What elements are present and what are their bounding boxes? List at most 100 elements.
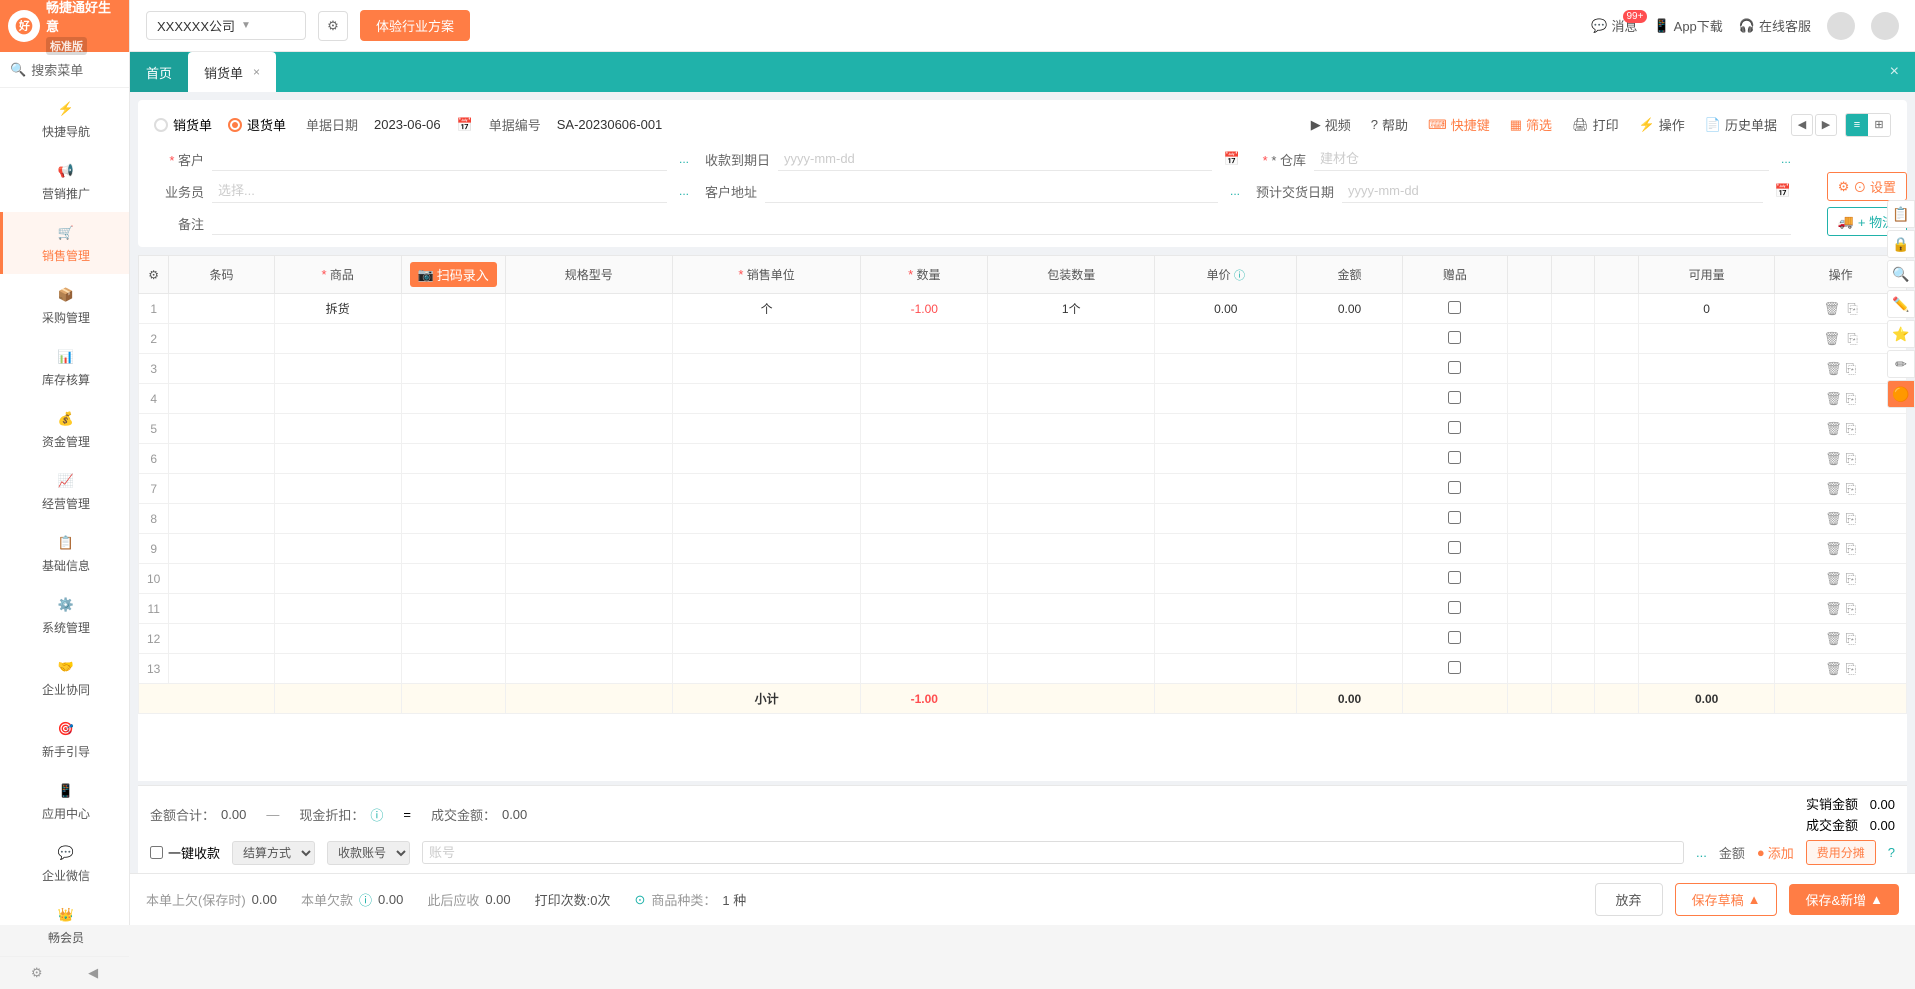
row-spec-2[interactable] — [505, 324, 672, 354]
tab-sales-order[interactable]: 销货单 × — [188, 52, 276, 92]
expense-btn[interactable]: 费用分摊 — [1806, 840, 1876, 865]
prev-arrow[interactable]: ◀ — [1791, 114, 1813, 136]
delete-icon-1[interactable]: 🗑 — [1823, 301, 1840, 316]
right-tool-edit[interactable]: ✏️ — [1887, 290, 1915, 318]
add-btn[interactable]: ● 添加 — [1757, 843, 1794, 862]
right-tool-search[interactable]: 🔍 — [1887, 260, 1915, 288]
sidebar-item-system[interactable]: ⚙️ 系统管理 — [0, 584, 129, 646]
row-amount-2[interactable] — [1297, 324, 1402, 354]
tab-home[interactable]: 首页 — [130, 52, 188, 92]
row-pack-2[interactable] — [988, 324, 1155, 354]
action-btn[interactable]: ⚡ 操作 — [1633, 112, 1691, 137]
customer-addr-suffix[interactable]: ... — [1230, 184, 1240, 198]
sidebar-item-finance[interactable]: 💰 资金管理 — [0, 398, 129, 460]
row-qty-1[interactable]: -1.00 — [861, 294, 988, 324]
sidebar-item-basics[interactable]: 📋 基础信息 — [0, 522, 129, 584]
due-date-input[interactable] — [778, 147, 1212, 171]
history-btn[interactable]: 📄 历史单据 — [1699, 112, 1783, 137]
row-gift-2[interactable] — [1402, 324, 1507, 354]
expected-date-input[interactable] — [1342, 179, 1763, 203]
online-service-btn[interactable]: 🎧 在线客服 — [1739, 16, 1811, 35]
row-product-1[interactable]: 拆货 — [274, 294, 401, 324]
scan-btn[interactable]: 📷 扫码录入 — [410, 262, 497, 287]
sidebar-item-wechat[interactable]: 💬 企业微信 — [0, 832, 129, 894]
settings-btn[interactable]: ⚙ — [318, 11, 348, 41]
note-input[interactable] — [212, 211, 1791, 235]
row-spec-1[interactable] — [505, 294, 672, 324]
video-btn[interactable]: ▶ 视频 — [1305, 112, 1357, 137]
customer-input[interactable] — [212, 147, 667, 171]
grid-view-btn[interactable]: ⊞ — [1868, 114, 1890, 136]
copy-icon-2[interactable]: ⎘ — [1847, 331, 1857, 346]
sidebar-item-inventory[interactable]: 📊 库存核算 — [0, 336, 129, 398]
salesperson-input[interactable] — [212, 179, 667, 203]
print-btn[interactable]: 🖨 打印 — [1566, 112, 1625, 137]
table-container[interactable]: ⚙ 条码 * 商品 📷 扫码录入 规格型号 * — [138, 255, 1907, 781]
sidebar-item-purchase[interactable]: 📦 采购管理 — [0, 274, 129, 336]
customer-addr-input[interactable] — [765, 179, 1218, 203]
row-price-1[interactable]: 0.00 — [1155, 294, 1297, 324]
sidebar-item-sales[interactable]: 🛒 销售管理 — [0, 212, 129, 274]
sidebar-item-apps[interactable]: 📱 应用中心 — [0, 770, 129, 832]
th-settings[interactable]: ⚙ — [139, 256, 169, 294]
row-price-2[interactable] — [1155, 324, 1297, 354]
tabbar-close-btn[interactable]: × — [1890, 63, 1915, 81]
save-draft-btn[interactable]: 保存草稿 ▲ — [1675, 883, 1778, 916]
company-selector[interactable]: XXXXXX公司 ▼ — [146, 11, 306, 40]
delete-icon-2[interactable]: 🗑 — [1823, 331, 1840, 346]
customer-suffix[interactable]: ... — [679, 152, 689, 166]
search-menu[interactable]: 🔍 搜索菜单 — [0, 52, 129, 88]
user-avatar[interactable] — [1827, 12, 1855, 40]
radio-sales-order[interactable]: 销货单 — [154, 115, 212, 134]
row-gift-1[interactable] — [1402, 294, 1507, 324]
sidebar-item-marketing[interactable]: 📢 营销推广 — [0, 150, 129, 212]
row-qty-2[interactable] — [861, 324, 988, 354]
copy-icon-1[interactable]: ⎘ — [1847, 301, 1857, 316]
help-btn[interactable]: ? 帮助 — [1365, 112, 1414, 137]
account-select[interactable]: 收款账号 — [327, 841, 410, 865]
account-input[interactable] — [422, 841, 1684, 864]
th-scan[interactable]: 📷 扫码录入 — [401, 256, 505, 294]
discard-btn[interactable]: 放弃 — [1595, 883, 1663, 916]
radio-return-order[interactable]: 退货单 — [228, 115, 286, 134]
message-btn[interactable]: 💬 消息 99+ — [1591, 16, 1637, 35]
salesperson-suffix[interactable]: ... — [679, 184, 689, 198]
sidebar-settings-icon[interactable]: ⚙ — [31, 965, 43, 981]
row-amount-1[interactable]: 0.00 — [1297, 294, 1402, 324]
account-suffix[interactable]: ... — [1696, 845, 1707, 860]
right-tool-clipboard[interactable]: 📋 — [1887, 200, 1915, 228]
shortcut-btn[interactable]: ⌨ 快捷键 — [1422, 112, 1496, 137]
trial-button[interactable]: 体验行业方案 — [360, 10, 470, 41]
tab-close-icon[interactable]: × — [253, 65, 260, 79]
row-unit-2[interactable] — [672, 324, 861, 354]
user-avatar2[interactable] — [1871, 12, 1899, 40]
app-download-btn[interactable]: 📱 App下载 — [1653, 16, 1722, 35]
warehouse-input[interactable] — [1314, 147, 1769, 171]
expense-help-icon[interactable]: ? — [1888, 845, 1895, 860]
row-barcode-2[interactable] — [169, 324, 274, 354]
row-product-2[interactable] — [274, 324, 401, 354]
row-unit-1[interactable]: 个 — [672, 294, 861, 324]
next-arrow[interactable]: ▶ — [1815, 114, 1837, 136]
right-tool-pencil[interactable]: ✏ — [1887, 350, 1915, 378]
save-new-btn[interactable]: 保存&新增 ▲ — [1789, 884, 1899, 915]
sidebar-item-guide[interactable]: 🎯 新手引导 — [0, 708, 129, 770]
right-tool-lock[interactable]: 🔒 — [1887, 230, 1915, 258]
filter-btn[interactable]: ▦ 筛选 — [1504, 112, 1558, 137]
due-date-calendar-icon[interactable]: 📅 — [1224, 151, 1240, 167]
expected-date-calendar-icon[interactable]: 📅 — [1775, 183, 1791, 199]
warehouse-suffix[interactable]: ... — [1781, 152, 1791, 166]
right-tool-orange[interactable]: 🟠 — [1887, 380, 1915, 408]
one-click-payment[interactable]: 一键收款 — [150, 843, 220, 862]
sidebar-collapse-icon[interactable]: ◀ — [88, 965, 98, 981]
right-tool-star[interactable]: ⭐ — [1887, 320, 1915, 348]
sidebar-item-enterprise[interactable]: 🤝 企业协同 — [0, 646, 129, 708]
settlement-method-select[interactable]: 结算方式 — [232, 841, 315, 865]
one-click-checkbox[interactable] — [150, 846, 163, 859]
row-barcode-1[interactable] — [169, 294, 274, 324]
sidebar-item-operations[interactable]: 📈 经营管理 — [0, 460, 129, 522]
list-view-btn[interactable]: ≡ — [1846, 114, 1868, 136]
row-pack-1[interactable]: 1个 — [988, 294, 1155, 324]
sidebar-item-member[interactable]: 👑 畅会员 — [0, 894, 129, 956]
settings-side-btn[interactable]: ⚙ ⊙ 设置 — [1827, 172, 1907, 201]
